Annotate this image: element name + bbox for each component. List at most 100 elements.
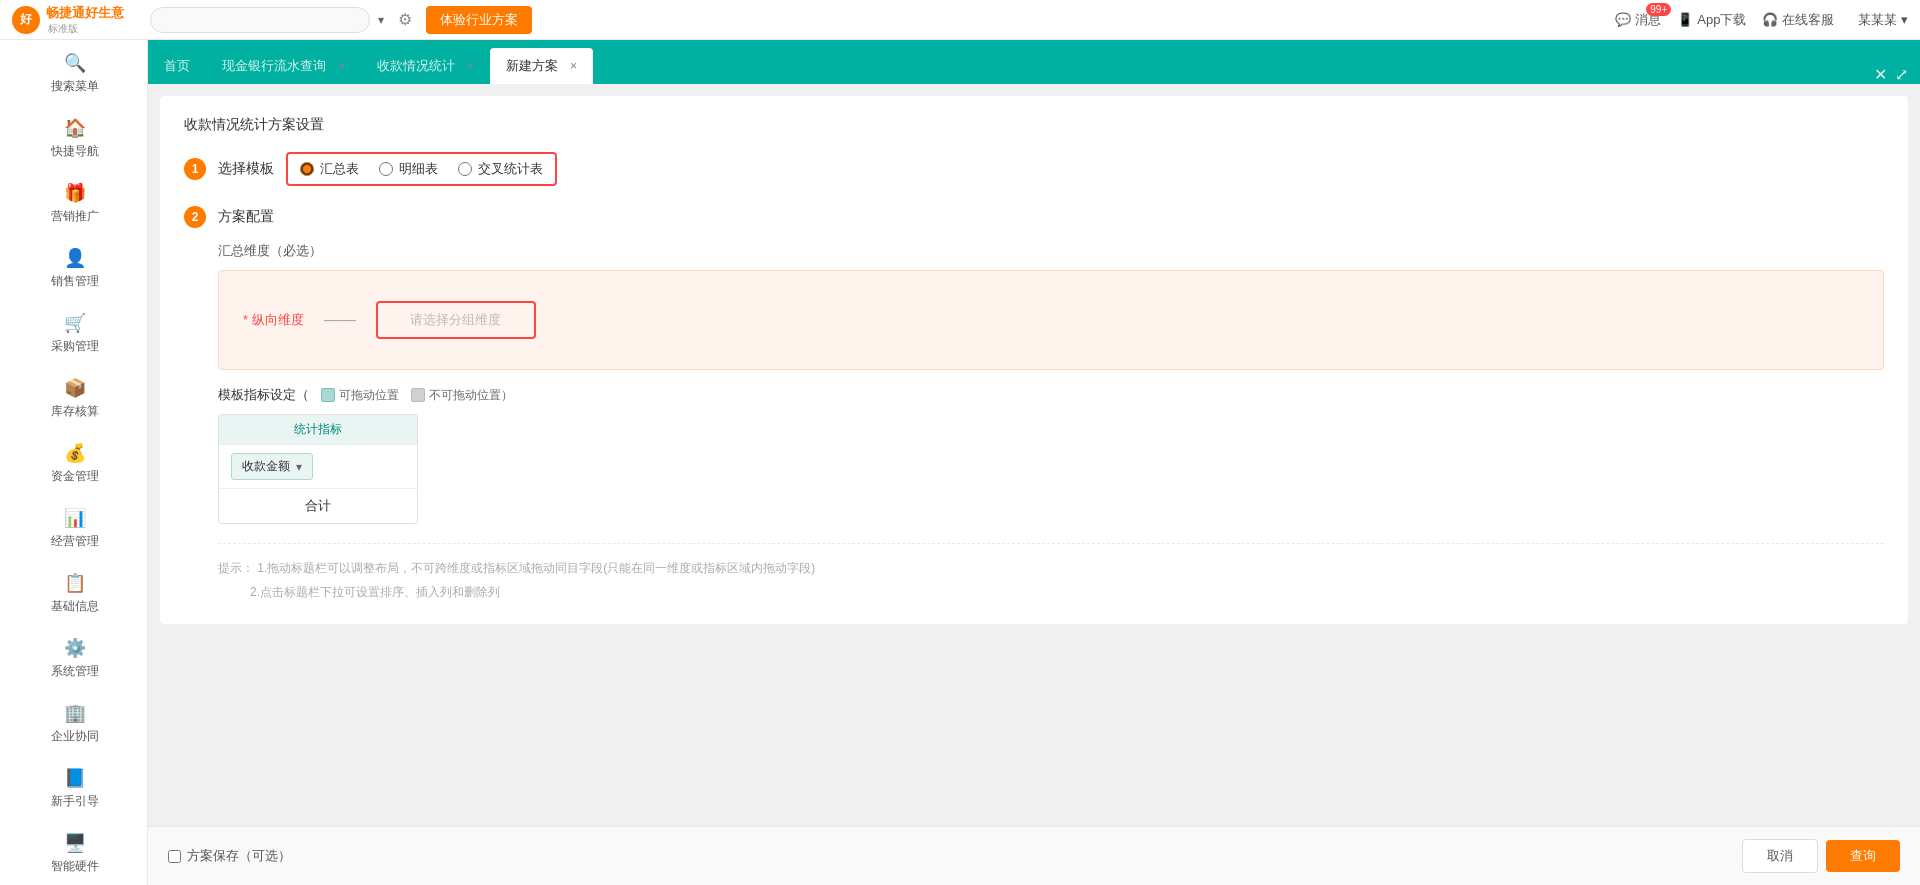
support-action[interactable]: 🎧 在线客服 bbox=[1762, 11, 1834, 29]
operation-icon: 📊 bbox=[64, 507, 86, 529]
user-name[interactable]: 某某某 ▾ bbox=[1858, 11, 1908, 29]
dim-arrow: —— bbox=[324, 311, 356, 329]
download-icon: 📱 bbox=[1677, 12, 1693, 27]
step2-num: 2 bbox=[184, 206, 206, 228]
sidebar-label-collab: 企业协同 bbox=[51, 728, 99, 745]
sidebar-item-purchase[interactable]: 🛒 采购管理 bbox=[0, 300, 147, 365]
radio-summary-input[interactable] bbox=[300, 162, 314, 176]
search-box[interactable] bbox=[150, 7, 370, 33]
purchase-icon: 🛒 bbox=[64, 312, 86, 334]
metric-tag-amount[interactable]: 收款金额 ▾ bbox=[231, 453, 313, 480]
sidebar-item-hardware[interactable]: 🖥️ 智能硬件 bbox=[0, 820, 147, 885]
tab-collection-stat[interactable]: 收款情况统计 × bbox=[361, 48, 490, 84]
metric-dropdown-icon[interactable]: ▾ bbox=[296, 460, 302, 474]
radio-detail-input[interactable] bbox=[379, 162, 393, 176]
tab-new-plan-close[interactable]: × bbox=[570, 59, 577, 73]
legend-draggable-label: 可拖动位置 bbox=[339, 387, 399, 404]
support-label: 在线客服 bbox=[1782, 11, 1834, 29]
sidebar-item-finance[interactable]: 💰 资金管理 bbox=[0, 430, 147, 495]
radio-summary[interactable]: 汇总表 bbox=[300, 160, 359, 178]
download-label: App下载 bbox=[1697, 11, 1746, 29]
sidebar-label-operation: 经营管理 bbox=[51, 533, 99, 550]
sidebar-item-inventory[interactable]: 📦 库存核算 bbox=[0, 365, 147, 430]
save-option-label: 方案保存（可选） bbox=[187, 847, 291, 865]
metric-config: 模板指标设定（ 可拖动位置 不可拖动位置） bbox=[218, 386, 1884, 527]
radio-summary-label: 汇总表 bbox=[320, 160, 359, 178]
tab-bank-flow[interactable]: 现金银行流水查询 × bbox=[206, 48, 361, 84]
sidebar-item-marketing[interactable]: 🎁 营销推广 bbox=[0, 170, 147, 235]
radio-detail[interactable]: 明细表 bbox=[379, 160, 438, 178]
radio-cross[interactable]: 交叉统计表 bbox=[458, 160, 543, 178]
tab-bar: 首页 现金银行流水查询 × 收款情况统计 × 新建方案 × ✕ ⤢ bbox=[148, 40, 1920, 84]
sidebar-item-quick-nav[interactable]: 🏠 快捷导航 bbox=[0, 105, 147, 170]
tab-close-btn[interactable]: ✕ bbox=[1874, 65, 1887, 84]
message-action[interactable]: 💬 消息 99+ bbox=[1615, 11, 1661, 29]
sidebar-label-purchase: 采购管理 bbox=[51, 338, 99, 355]
dim-row-label: * 纵向维度 bbox=[243, 311, 304, 329]
tab-home[interactable]: 首页 bbox=[148, 48, 206, 84]
sidebar: 🔍 搜索菜单 🏠 快捷导航 🎁 营销推广 👤 销售管理 🛒 采购管理 📦 库存核… bbox=[0, 40, 148, 885]
sidebar-item-sales[interactable]: 👤 销售管理 bbox=[0, 235, 147, 300]
legend-non-draggable-label: 不可拖动位置） bbox=[429, 387, 513, 404]
main-layout: 🔍 搜索菜单 🏠 快捷导航 🎁 营销推广 👤 销售管理 🛒 采购管理 📦 库存核… bbox=[0, 40, 1920, 885]
sidebar-item-search-menu[interactable]: 🔍 搜索菜单 bbox=[0, 40, 147, 105]
sidebar-label-marketing: 营销推广 bbox=[51, 208, 99, 225]
legend-non-draggable-box bbox=[411, 388, 425, 402]
tab-bank-flow-close[interactable]: × bbox=[338, 59, 345, 73]
sidebar-item-operation[interactable]: 📊 经营管理 bbox=[0, 495, 147, 560]
metric-config-header: 模板指标设定（ 可拖动位置 不可拖动位置） bbox=[218, 386, 1884, 404]
tip1-row: 提示： 1.拖动标题栏可以调整布局，不可跨维度或指标区域拖动同目字段(只能在同一… bbox=[218, 556, 1884, 580]
confirm-button[interactable]: 查询 bbox=[1826, 840, 1900, 872]
logo-tag: 标准版 bbox=[48, 22, 124, 36]
dimension-section-label: 汇总维度（必选） bbox=[218, 242, 1884, 260]
sidebar-item-collab[interactable]: 🏢 企业协同 bbox=[0, 690, 147, 755]
basic-info-icon: 📋 bbox=[64, 572, 86, 594]
guide-icon: 📘 bbox=[64, 767, 86, 789]
sidebar-item-basic-info[interactable]: 📋 基础信息 bbox=[0, 560, 147, 625]
search-input[interactable] bbox=[161, 13, 359, 27]
page-content: 收款情况统计方案设置 1 选择模板 汇总表 明细表 bbox=[148, 84, 1920, 826]
sidebar-item-system[interactable]: ⚙️ 系统管理 bbox=[0, 625, 147, 690]
hardware-icon: 🖥️ bbox=[64, 832, 86, 854]
tab-home-label: 首页 bbox=[164, 57, 190, 75]
content-area: 首页 现金银行流水查询 × 收款情况统计 × 新建方案 × ✕ ⤢ bbox=[148, 40, 1920, 885]
sidebar-label-system: 系统管理 bbox=[51, 663, 99, 680]
logo-icon: 好 bbox=[12, 6, 40, 34]
main-panel: 收款情况统计方案设置 1 选择模板 汇总表 明细表 bbox=[160, 96, 1908, 624]
top-bar-actions: 💬 消息 99+ 📱 App下载 🎧 在线客服 某某某 ▾ bbox=[1615, 11, 1908, 29]
step1-num: 1 bbox=[184, 158, 206, 180]
system-icon: ⚙️ bbox=[64, 637, 86, 659]
marketing-icon: 🎁 bbox=[64, 182, 86, 204]
top-bar: 好 畅捷通好生意 标准版 ▾ ⚙ 体验行业方案 💬 消息 99+ 📱 App下载… bbox=[0, 0, 1920, 40]
sidebar-label-hardware: 智能硬件 bbox=[51, 858, 99, 875]
settings-icon[interactable]: ⚙ bbox=[392, 7, 418, 33]
sidebar-label-basic-info: 基础信息 bbox=[51, 598, 99, 615]
save-checkbox[interactable] bbox=[168, 850, 181, 863]
sidebar-item-guide[interactable]: 📘 新手引导 bbox=[0, 755, 147, 820]
logo: 好 畅捷通好生意 标准版 bbox=[12, 4, 142, 36]
radio-cross-input[interactable] bbox=[458, 162, 472, 176]
tab-new-plan[interactable]: 新建方案 × bbox=[490, 48, 593, 84]
message-badge: 99+ bbox=[1646, 3, 1671, 16]
legend-draggable-box bbox=[321, 388, 335, 402]
cancel-button[interactable]: 取消 bbox=[1742, 839, 1818, 873]
tab-maximize-btn[interactable]: ⤢ bbox=[1895, 65, 1908, 84]
radio-cross-label: 交叉统计表 bbox=[478, 160, 543, 178]
industry-btn[interactable]: 体验行业方案 bbox=[426, 6, 532, 34]
download-action[interactable]: 📱 App下载 bbox=[1677, 11, 1746, 29]
step2-label: 方案配置 bbox=[218, 208, 274, 226]
tab-collection-stat-close[interactable]: × bbox=[467, 59, 474, 73]
support-icon: 🎧 bbox=[1762, 12, 1778, 27]
sidebar-label-search-menu: 搜索菜单 bbox=[51, 78, 99, 95]
metric-total-label: 合计 bbox=[305, 498, 331, 513]
metric-total-row: 合计 bbox=[219, 488, 417, 523]
search-menu-icon: 🔍 bbox=[64, 52, 86, 74]
logo-text: 畅捷通好生意 bbox=[46, 4, 124, 22]
tab-bar-actions: ✕ ⤢ bbox=[1862, 65, 1920, 84]
dropdown-toggle[interactable]: ▾ bbox=[378, 13, 384, 27]
step1-row: 1 选择模板 汇总表 明细表 bbox=[184, 152, 1884, 186]
metric-config-label: 模板指标设定（ bbox=[218, 386, 309, 404]
tab-new-plan-label: 新建方案 bbox=[506, 57, 558, 75]
metric-table-row-1: 收款金额 ▾ bbox=[219, 444, 417, 488]
dim-select-box[interactable]: 请选择分组维度 bbox=[376, 301, 536, 339]
